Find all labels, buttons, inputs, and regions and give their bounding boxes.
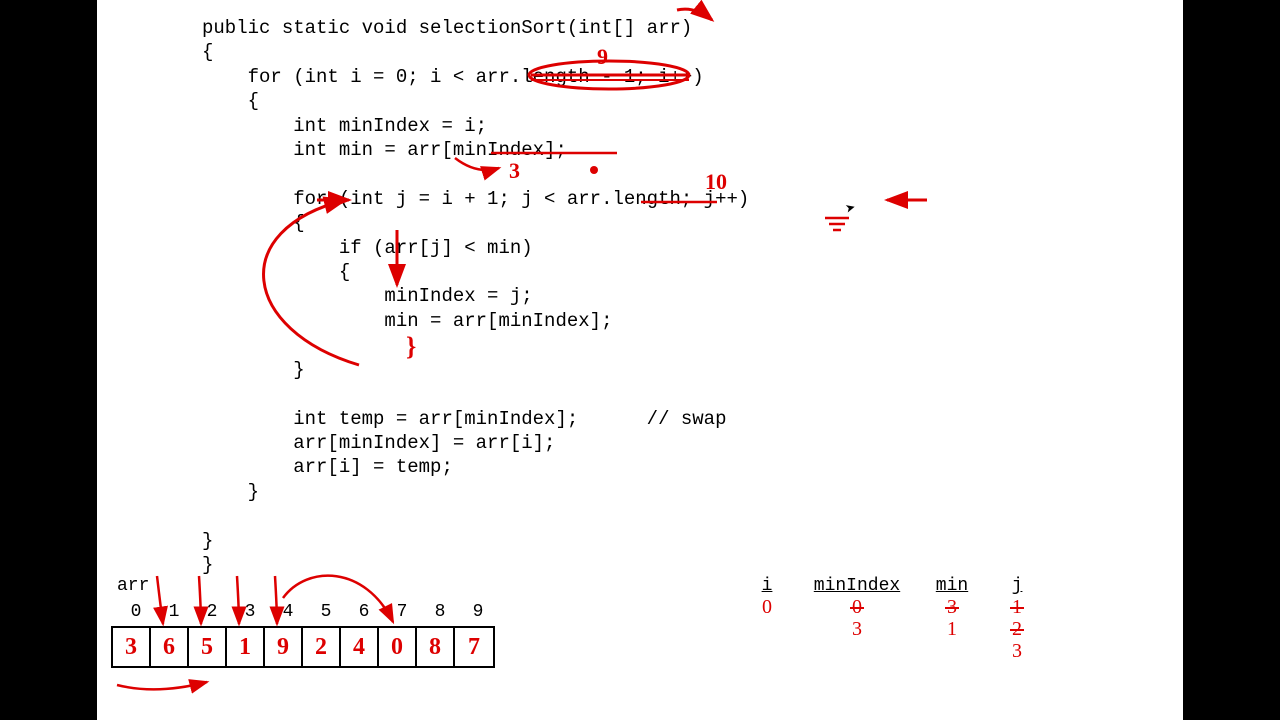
code-block: public static void selectionSort(int[] a… — [202, 16, 749, 577]
annotation-ten: 10 — [705, 169, 727, 195]
array-cell: 1 — [227, 628, 265, 666]
array-cell: 7 — [455, 628, 493, 666]
trace-col-j: j 1 2 3 — [997, 576, 1037, 662]
annotation-three: 3 — [509, 158, 520, 184]
array-indices: 0123456789 — [117, 602, 497, 622]
annotation-brace: } — [406, 332, 416, 362]
array-cell: 6 — [151, 628, 189, 666]
trace-table: i 0 minIndex 0 3 min 3 1 j 1 2 3 — [747, 576, 1037, 662]
array-cell: 5 — [189, 628, 227, 666]
array-cell: 4 — [341, 628, 379, 666]
array-visualization: 3 6 5 1 9 2 4 0 8 7 — [111, 626, 495, 668]
array-cell: 0 — [379, 628, 417, 666]
whiteboard-canvas: public static void selectionSort(int[] a… — [97, 0, 1183, 720]
trace-col-minindex: minIndex 0 3 — [807, 576, 907, 662]
array-cell: 9 — [265, 628, 303, 666]
cursor-icon: ➤ — [843, 198, 858, 221]
trace-col-i: i 0 — [747, 576, 787, 662]
array-cell: 2 — [303, 628, 341, 666]
annotation-nine: 9 — [597, 44, 608, 70]
array-label: arr — [117, 576, 149, 596]
array-cell: 3 — [113, 628, 151, 666]
array-cell: 8 — [417, 628, 455, 666]
trace-col-min: min 3 1 — [927, 576, 977, 662]
